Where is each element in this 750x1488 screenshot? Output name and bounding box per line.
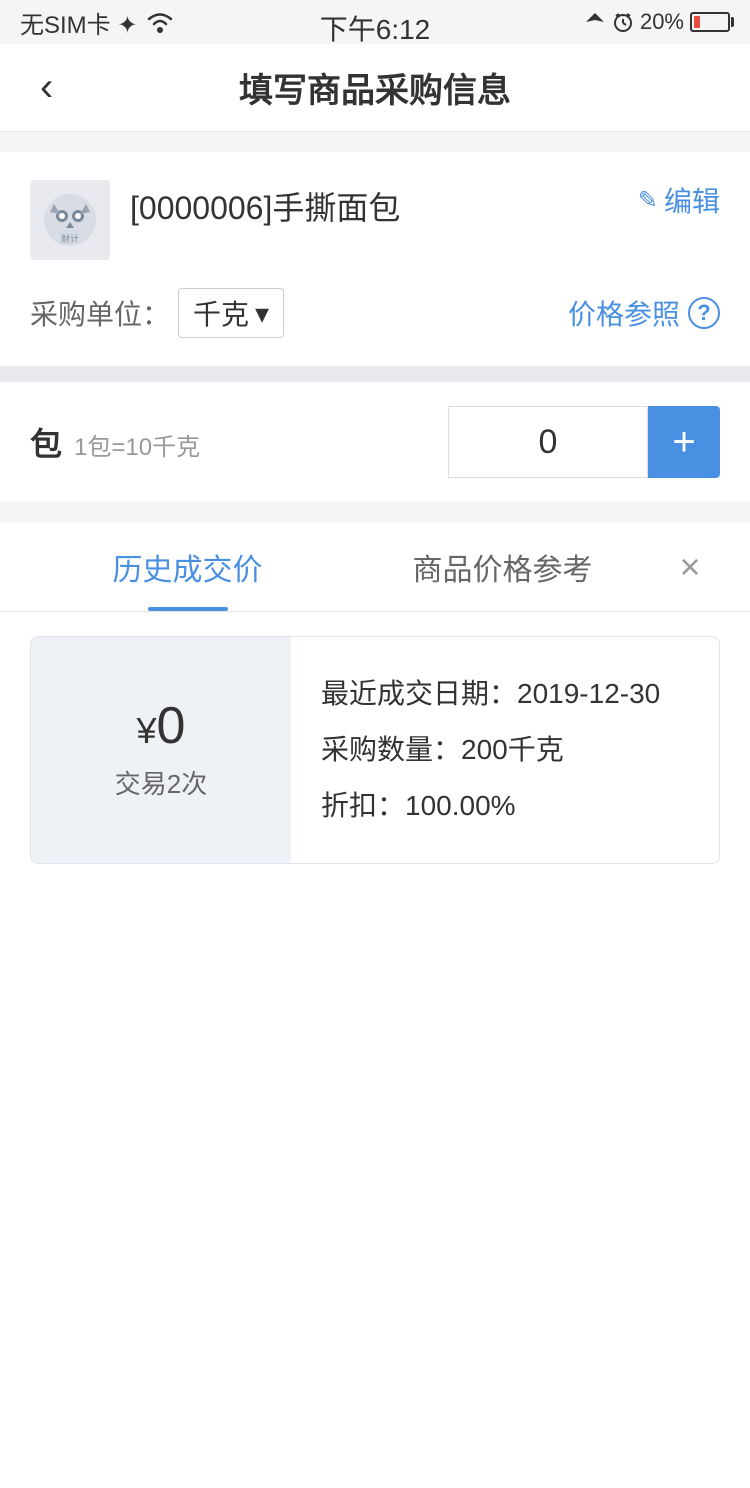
quantity-plus-button[interactable]: + — [648, 406, 720, 478]
unit-selector-group: 采购单位： 千克 ▾ — [30, 288, 284, 338]
carrier-label: 无SIM卡 ✦ — [20, 5, 137, 40]
unit-select[interactable]: 千克 ▾ — [178, 288, 284, 338]
quantity-unit: 包 — [30, 419, 62, 465]
tab-history-price[interactable]: 历史成交价 — [30, 523, 345, 611]
discount-row: 折扣：100.00% — [321, 785, 689, 827]
section-divider — [0, 366, 750, 382]
back-button[interactable]: ‹ — [30, 55, 63, 120]
close-icon: × — [679, 546, 700, 588]
status-left: 无SIM卡 ✦ — [20, 5, 175, 40]
dropdown-arrow: ▾ — [255, 297, 269, 330]
battery-percent: 20% — [640, 9, 684, 35]
edit-button[interactable]: ✎ 编辑 — [638, 180, 720, 220]
product-thumbnail: 财计 — [30, 180, 110, 260]
quantity-input[interactable]: 0 — [448, 406, 648, 478]
transaction-details: 最近成交日期：2019-12-30 采购数量：200千克 折扣：100.00% — [291, 637, 719, 863]
product-left: 财计 [0000006]手撕面包 — [30, 180, 400, 260]
tab1-label: 历史成交价 — [113, 545, 263, 589]
quantity-value: 0 — [539, 423, 558, 462]
quantity-row: 包 1包=10千克 0 + — [0, 382, 750, 503]
product-unit-row: 采购单位： 千克 ▾ 价格参照 ? — [30, 284, 720, 338]
quantity-conversion: 1包=10千克 — [74, 427, 200, 462]
transaction-section: ¥0 交易2次 最近成交日期：2019-12-30 采购数量：200千克 折扣：… — [0, 612, 750, 888]
latest-date-label: 最近成交日期： — [321, 678, 517, 709]
page-title: 填写商品采购信息 — [239, 63, 511, 112]
product-card: 财计 [0000006]手撕面包 ✎ 编辑 采购单位： 千克 ▾ 价格参照 ? — [0, 152, 750, 366]
transaction-card: ¥0 交易2次 最近成交日期：2019-12-30 采购数量：200千克 折扣：… — [30, 636, 720, 864]
tab-price-ref[interactable]: 商品价格参考 — [345, 523, 660, 611]
svg-text:财计: 财计 — [61, 233, 79, 244]
transaction-summary: ¥0 交易2次 — [31, 637, 291, 863]
tab-active-indicator — [148, 607, 228, 611]
currency-symbol: ¥ — [137, 710, 157, 751]
purchase-qty-value: 200千克 — [461, 734, 564, 765]
unit-prefix: 采购单位： — [30, 293, 170, 333]
purchase-qty-row: 采购数量：200千克 — [321, 729, 689, 771]
unit-value: 千克 — [193, 293, 249, 333]
transaction-count: 交易2次 — [115, 764, 207, 801]
tab-bar: 历史成交价 商品价格参考 × — [0, 523, 750, 612]
alarm-icon — [612, 11, 634, 33]
product-logo: 财计 — [40, 190, 100, 250]
tab2-label: 商品价格参考 — [413, 545, 593, 589]
product-name: [0000006]手撕面包 — [130, 180, 400, 231]
discount-label: 折扣： — [321, 790, 405, 821]
status-time: 下午6:12 — [320, 8, 431, 48]
help-icon: ? — [688, 297, 720, 329]
status-bar: 无SIM卡 ✦ 下午6:12 20% — [0, 0, 750, 44]
discount-value: 100.00% — [405, 790, 516, 821]
quantity-label-group: 包 1包=10千克 — [30, 419, 200, 465]
location-icon — [584, 11, 606, 33]
bottom-space — [0, 888, 750, 1488]
purchase-qty-label: 采购数量： — [321, 734, 461, 765]
tab-close-button[interactable]: × — [660, 537, 720, 597]
battery-icon — [690, 12, 730, 32]
edit-label: 编辑 — [664, 180, 720, 220]
latest-date-value: 2019-12-30 — [517, 678, 660, 709]
product-header: 财计 [0000006]手撕面包 ✎ 编辑 — [30, 180, 720, 260]
plus-icon: + — [672, 420, 695, 465]
price-value: 0 — [157, 697, 186, 755]
transaction-price: ¥0 — [137, 700, 186, 752]
wifi-icon — [145, 11, 175, 33]
price-ref-button[interactable]: 价格参照 ? — [568, 293, 720, 333]
nav-bar: ‹ 填写商品采购信息 — [0, 44, 750, 132]
edit-icon: ✎ — [638, 186, 658, 215]
price-ref-label: 价格参照 — [568, 293, 680, 333]
latest-date-row: 最近成交日期：2019-12-30 — [321, 673, 689, 715]
status-right: 20% — [584, 9, 730, 35]
quantity-input-group: 0 + — [448, 406, 720, 478]
